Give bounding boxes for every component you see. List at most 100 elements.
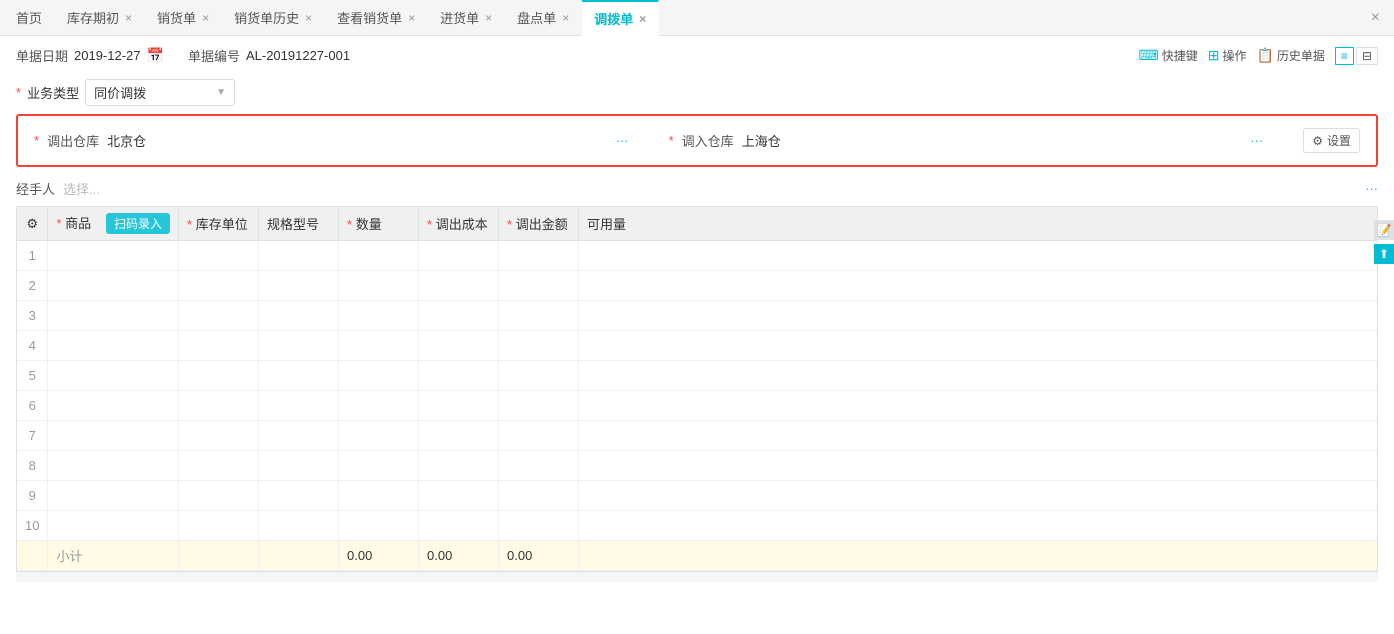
row-spec-cell[interactable] — [259, 421, 339, 451]
tab-home[interactable]: 首页 — [4, 0, 55, 36]
tab-sales-order-close[interactable]: × — [202, 11, 209, 25]
row-amount-cell[interactable] — [499, 331, 579, 361]
row-product-cell[interactable] — [48, 511, 179, 541]
scan-button[interactable]: 扫码录入 — [106, 213, 170, 234]
row-quantity-cell[interactable] — [339, 241, 419, 271]
row-spec-cell[interactable] — [259, 331, 339, 361]
row-cost-cell[interactable] — [419, 271, 499, 301]
row-spec-cell[interactable] — [259, 511, 339, 541]
th-gear[interactable]: ⚙ — [17, 207, 48, 241]
row-spec-cell[interactable] — [259, 241, 339, 271]
row-cost-cell[interactable] — [419, 241, 499, 271]
row-available-cell[interactable] — [579, 451, 1378, 481]
shortcuts-btn[interactable]: ⌨ 快捷键 — [1138, 47, 1197, 64]
handler-select[interactable]: 选择... — [63, 179, 100, 198]
operations-btn[interactable]: ⊞ 操作 — [1208, 47, 1247, 64]
row-unit-cell[interactable] — [179, 301, 259, 331]
panel-expand-icon[interactable]: ⬆ — [1374, 244, 1394, 264]
row-spec-cell[interactable] — [259, 271, 339, 301]
warehouse-out-more-btn[interactable]: ··· — [616, 133, 629, 148]
row-amount-cell[interactable] — [499, 451, 579, 481]
tab-view-sales-close[interactable]: × — [408, 11, 415, 25]
row-quantity-cell[interactable] — [339, 361, 419, 391]
row-available-cell[interactable] — [579, 241, 1378, 271]
row-available-cell[interactable] — [579, 301, 1378, 331]
business-type-select[interactable]: 同价调拨 ▼ — [85, 79, 235, 106]
row-available-cell[interactable] — [579, 481, 1378, 511]
row-product-cell[interactable] — [48, 331, 179, 361]
row-unit-cell[interactable] — [179, 451, 259, 481]
row-unit-cell[interactable] — [179, 391, 259, 421]
row-available-cell[interactable] — [579, 331, 1378, 361]
row-product-cell[interactable] — [48, 361, 179, 391]
row-amount-cell[interactable] — [499, 481, 579, 511]
tab-inventory-init-close[interactable]: × — [125, 11, 132, 25]
row-cost-cell[interactable] — [419, 511, 499, 541]
tab-sales-order[interactable]: 销货单 × — [145, 0, 222, 36]
horizontal-scrollbar[interactable] — [16, 572, 1378, 582]
warehouse-out-value[interactable]: 北京仓 — [107, 131, 146, 150]
row-spec-cell[interactable] — [259, 301, 339, 331]
row-unit-cell[interactable] — [179, 511, 259, 541]
row-unit-cell[interactable] — [179, 331, 259, 361]
tab-transfer-close[interactable]: × — [639, 12, 646, 26]
row-cost-cell[interactable] — [419, 361, 499, 391]
row-spec-cell[interactable] — [259, 361, 339, 391]
row-product-cell[interactable] — [48, 241, 179, 271]
handler-more-btn[interactable]: ··· — [1365, 181, 1378, 196]
row-quantity-cell[interactable] — [339, 301, 419, 331]
row-product-cell[interactable] — [48, 481, 179, 511]
row-spec-cell[interactable] — [259, 451, 339, 481]
row-unit-cell[interactable] — [179, 421, 259, 451]
row-available-cell[interactable] — [579, 421, 1378, 451]
row-amount-cell[interactable] — [499, 271, 579, 301]
warehouse-settings-btn[interactable]: ⚙ 设置 — [1303, 128, 1360, 153]
row-unit-cell[interactable] — [179, 271, 259, 301]
row-available-cell[interactable] — [579, 361, 1378, 391]
row-quantity-cell[interactable] — [339, 451, 419, 481]
row-amount-cell[interactable] — [499, 361, 579, 391]
row-amount-cell[interactable] — [499, 241, 579, 271]
row-available-cell[interactable] — [579, 271, 1378, 301]
row-quantity-cell[interactable] — [339, 511, 419, 541]
row-quantity-cell[interactable] — [339, 271, 419, 301]
row-amount-cell[interactable] — [499, 511, 579, 541]
row-available-cell[interactable] — [579, 391, 1378, 421]
calendar-icon[interactable]: 📅 — [147, 47, 164, 64]
row-spec-cell[interactable] — [259, 391, 339, 421]
row-cost-cell[interactable] — [419, 421, 499, 451]
row-amount-cell[interactable] — [499, 391, 579, 421]
tab-transfer[interactable]: 调拨单 × — [582, 0, 659, 36]
row-unit-cell[interactable] — [179, 361, 259, 391]
tab-purchase-order-close[interactable]: × — [485, 11, 492, 25]
row-unit-cell[interactable] — [179, 481, 259, 511]
row-quantity-cell[interactable] — [339, 421, 419, 451]
history-btn[interactable]: 📋 历史单据 — [1256, 47, 1324, 64]
tab-stocktake[interactable]: 盘点单 × — [505, 0, 582, 36]
row-cost-cell[interactable] — [419, 301, 499, 331]
layout-grid-btn[interactable]: ⊟ — [1356, 47, 1378, 65]
tab-bar-close-icon[interactable]: × — [1361, 9, 1390, 27]
tab-purchase-order[interactable]: 进货单 × — [428, 0, 505, 36]
row-product-cell[interactable] — [48, 391, 179, 421]
row-amount-cell[interactable] — [499, 301, 579, 331]
row-amount-cell[interactable] — [499, 421, 579, 451]
panel-notes-icon[interactable]: 📝 — [1374, 220, 1394, 240]
layout-list-btn[interactable]: ≡ — [1335, 47, 1354, 65]
row-product-cell[interactable] — [48, 301, 179, 331]
tab-inventory-init[interactable]: 库存期初 × — [55, 0, 145, 36]
tab-sales-history[interactable]: 销货单历史 × — [222, 0, 325, 36]
row-quantity-cell[interactable] — [339, 481, 419, 511]
row-product-cell[interactable] — [48, 421, 179, 451]
warehouse-in-more-btn[interactable]: ··· — [1250, 133, 1263, 148]
row-unit-cell[interactable] — [179, 241, 259, 271]
row-product-cell[interactable] — [48, 451, 179, 481]
row-product-cell[interactable] — [48, 271, 179, 301]
row-cost-cell[interactable] — [419, 451, 499, 481]
tab-sales-history-close[interactable]: × — [305, 11, 312, 25]
row-quantity-cell[interactable] — [339, 391, 419, 421]
row-quantity-cell[interactable] — [339, 331, 419, 361]
row-cost-cell[interactable] — [419, 481, 499, 511]
tab-view-sales[interactable]: 查看销货单 × — [325, 0, 428, 36]
row-spec-cell[interactable] — [259, 481, 339, 511]
